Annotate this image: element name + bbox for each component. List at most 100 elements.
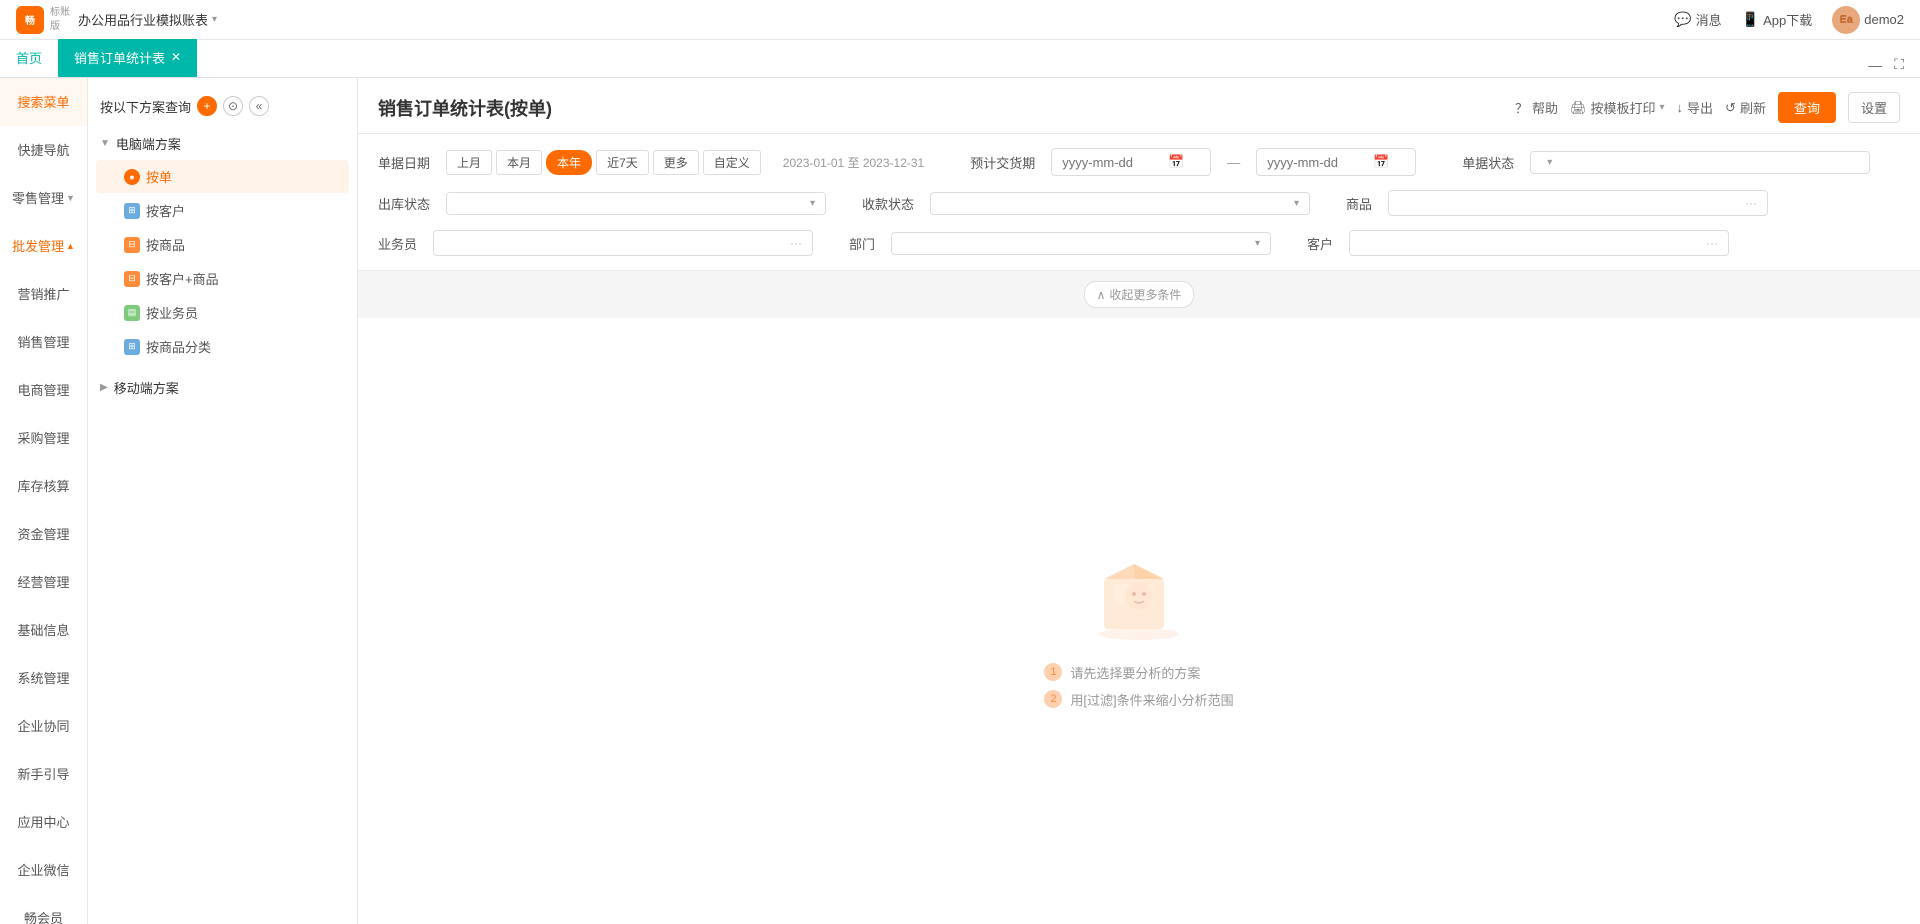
order-status-select[interactable]: ▾ <box>1530 151 1870 174</box>
calendar-start-icon: 📅 <box>1168 154 1184 170</box>
user-profile[interactable]: Ea Ea demo2 <box>1832 6 1904 34</box>
logo-icon: 畅 <box>16 6 44 34</box>
collapse-panel-button[interactable]: « <box>249 96 269 116</box>
goods-select[interactable]: ··· <box>1388 190 1768 216</box>
collapse-button[interactable]: ∧ 收起更多条件 <box>1084 281 1195 308</box>
date-btn-last-month[interactable]: 上月 <box>446 150 492 175</box>
tree-parent-arrow-icon: ▼ <box>100 138 110 149</box>
export-button[interactable]: ↓ 导出 <box>1677 98 1714 117</box>
window-minimize-icon[interactable]: — <box>1864 53 1886 77</box>
tab-home[interactable]: 首页 <box>0 39 58 77</box>
sidebar-item-vip[interactable]: 畅会员 <box>0 894 87 924</box>
sidebar-item-quick-nav[interactable]: 快捷导航 <box>0 126 87 174</box>
customer-select[interactable]: ··· <box>1349 230 1729 256</box>
tree-child-by-cust-goods[interactable]: ⊟ 按客户+商品 <box>96 262 349 295</box>
tree-child-by-customer[interactable]: ⊞ 按客户 <box>96 194 349 227</box>
dept-select[interactable]: ▾ <box>891 232 1271 255</box>
tree-parent-mobile[interactable]: ▶ 移动端方案 <box>88 372 357 403</box>
message-action[interactable]: 💬 消息 <box>1674 10 1721 29</box>
app-download-action[interactable]: 📱 App下载 <box>1742 10 1813 29</box>
settings-button[interactable]: 设置 <box>1848 92 1900 123</box>
tab-close-icon[interactable]: ✕ <box>171 50 181 64</box>
template-print-button[interactable]: 🖨 按模板打印 ▾ <box>1570 98 1665 117</box>
sidebar-item-search-menu[interactable]: 搜索菜单 <box>0 78 87 126</box>
date-btn-this-year[interactable]: 本年 <box>546 150 592 175</box>
sidebar-label-retail: 零售管理 <box>12 188 64 207</box>
date-quick-buttons: 上月 本月 本年 近7天 更多 自定义 <box>446 150 761 175</box>
content-area: 按以下方案查询 + ⊙ « ▼ 电脑端方案 ● 按单 ⊞ 按客户 <box>88 78 1920 924</box>
ship-status-select[interactable]: ▾ <box>446 192 826 215</box>
sidebar-item-sys[interactable]: 系统管理 <box>0 654 87 702</box>
by-category-label: 按商品分类 <box>146 337 211 356</box>
sidebar-item-app-center[interactable]: 应用中心 <box>0 798 87 846</box>
tree-child-by-order[interactable]: ● 按单 <box>96 160 349 193</box>
page-actions: ？ 帮助 🖨 按模板打印 ▾ ↓ 导出 ↺ 刷新 <box>1515 92 1900 123</box>
sidebar-item-marketing[interactable]: 营销推广 <box>0 270 87 318</box>
app-breadcrumb[interactable]: 办公用品行业模拟账表 ▾ <box>78 10 217 29</box>
date-range-display: 2023-01-01 至 2023-12-31 <box>783 154 924 171</box>
settings-label: 设置 <box>1861 98 1887 117</box>
window-expand-icon[interactable]: ⛶ <box>1890 52 1908 77</box>
tab-window-controls: — ⛶ <box>1864 52 1920 77</box>
by-order-icon: ● <box>124 169 140 185</box>
delivery-start-field[interactable] <box>1062 155 1162 170</box>
delivery-date-end-input[interactable]: 📅 <box>1256 148 1416 176</box>
ship-status-arrow-icon: ▾ <box>810 198 815 209</box>
sidebar-label-quick-nav: 快捷导航 <box>17 143 69 158</box>
payment-status-select[interactable]: ▾ <box>930 192 1310 215</box>
settings-scheme-button[interactable]: ⊙ <box>223 96 243 116</box>
sidebar-item-new-user[interactable]: 新手引导 <box>0 750 87 798</box>
empty-hint-1: 1 请先选择要分析的方案 <box>1044 663 1233 682</box>
delivery-end-field[interactable] <box>1267 155 1367 170</box>
tree-parent-pc[interactable]: ▼ 电脑端方案 <box>88 128 357 159</box>
query-button[interactable]: 查询 <box>1778 92 1836 123</box>
sidebar-label-search-menu: 搜索菜单 <box>17 95 69 110</box>
date-btn-this-month[interactable]: 本月 <box>496 150 542 175</box>
customer-more-icon[interactable]: ··· <box>1706 236 1718 250</box>
tree-child-by-goods[interactable]: ⊟ 按商品 <box>96 228 349 261</box>
payment-status-arrow-icon: ▾ <box>1294 198 1299 209</box>
sidebar-item-corp-wechat[interactable]: 企业微信 <box>0 846 87 894</box>
sidebar-item-retail[interactable]: 零售管理 ▼ <box>0 174 87 222</box>
sidebar-label-corp-collab: 企业协同 <box>17 719 69 734</box>
delivery-date-start-input[interactable]: 📅 <box>1051 148 1211 176</box>
date-btn-last-7-days[interactable]: 近7天 <box>596 150 649 175</box>
hint-num-1: 1 <box>1044 663 1062 681</box>
dept-arrow-icon: ▾ <box>1255 238 1260 249</box>
salesman-more-icon[interactable]: ··· <box>790 236 802 250</box>
help-button[interactable]: ？ 帮助 <box>1515 98 1558 117</box>
sidebar-item-wholesale[interactable]: 批发管理 ▲ <box>0 222 87 270</box>
refresh-label: 刷新 <box>1740 98 1766 117</box>
tree-section-pc: ▼ 电脑端方案 ● 按单 ⊞ 按客户 ⊟ 按商品 ⊟ 按客户+商品 <box>88 124 357 368</box>
avatar: Ea Ea <box>1832 6 1860 34</box>
sidebar-item-inventory[interactable]: 库存核算 <box>0 462 87 510</box>
sidebar-item-corp-collab[interactable]: 企业协同 <box>0 702 87 750</box>
print-icon: 🖨 <box>1570 100 1587 116</box>
sidebar-label-marketing: 营销推广 <box>17 287 69 302</box>
add-scheme-button[interactable]: + <box>197 96 217 116</box>
tab-sales-order-stats[interactable]: 销售订单统计表 ✕ <box>58 39 197 77</box>
sidebar-item-ops[interactable]: 经营管理 <box>0 558 87 606</box>
date-btn-more[interactable]: 更多 <box>653 150 699 175</box>
refresh-button[interactable]: ↺ 刷新 <box>1725 98 1766 117</box>
user-name: demo2 <box>1864 12 1904 27</box>
tree-child-by-category[interactable]: ⊞ 按商品分类 <box>96 330 349 363</box>
by-cust-goods-label: 按客户+商品 <box>146 269 219 288</box>
payment-status-label: 收款状态 <box>862 194 914 213</box>
sidebar-item-ecom[interactable]: 电商管理 <box>0 366 87 414</box>
sidebar-item-purchase[interactable]: 采购管理 <box>0 414 87 462</box>
salesman-select[interactable]: ··· <box>433 230 813 256</box>
hint-num-2: 2 <box>1044 690 1062 708</box>
message-icon: 💬 <box>1674 11 1691 28</box>
tree-child-by-salesman[interactable]: ▤ 按业务员 <box>96 296 349 329</box>
main-layout: 搜索菜单 快捷导航 零售管理 ▼ 批发管理 ▲ 营销推广 销售管理 电商管理 采… <box>0 78 1920 924</box>
sidebar-item-finance[interactable]: 资金管理 <box>0 510 87 558</box>
sidebar-item-basic[interactable]: 基础信息 <box>0 606 87 654</box>
left-panel: 按以下方案查询 + ⊙ « ▼ 电脑端方案 ● 按单 ⊞ 按客户 <box>88 78 358 924</box>
print-arrow-icon: ▾ <box>1660 102 1665 113</box>
sidebar: 搜索菜单 快捷导航 零售管理 ▼ 批发管理 ▲ 营销推广 销售管理 电商管理 采… <box>0 78 88 924</box>
sidebar-item-sales[interactable]: 销售管理 <box>0 318 87 366</box>
goods-more-icon[interactable]: ··· <box>1745 196 1757 210</box>
sidebar-label-wholesale: 批发管理 <box>12 236 64 255</box>
date-btn-custom[interactable]: 自定义 <box>703 150 761 175</box>
